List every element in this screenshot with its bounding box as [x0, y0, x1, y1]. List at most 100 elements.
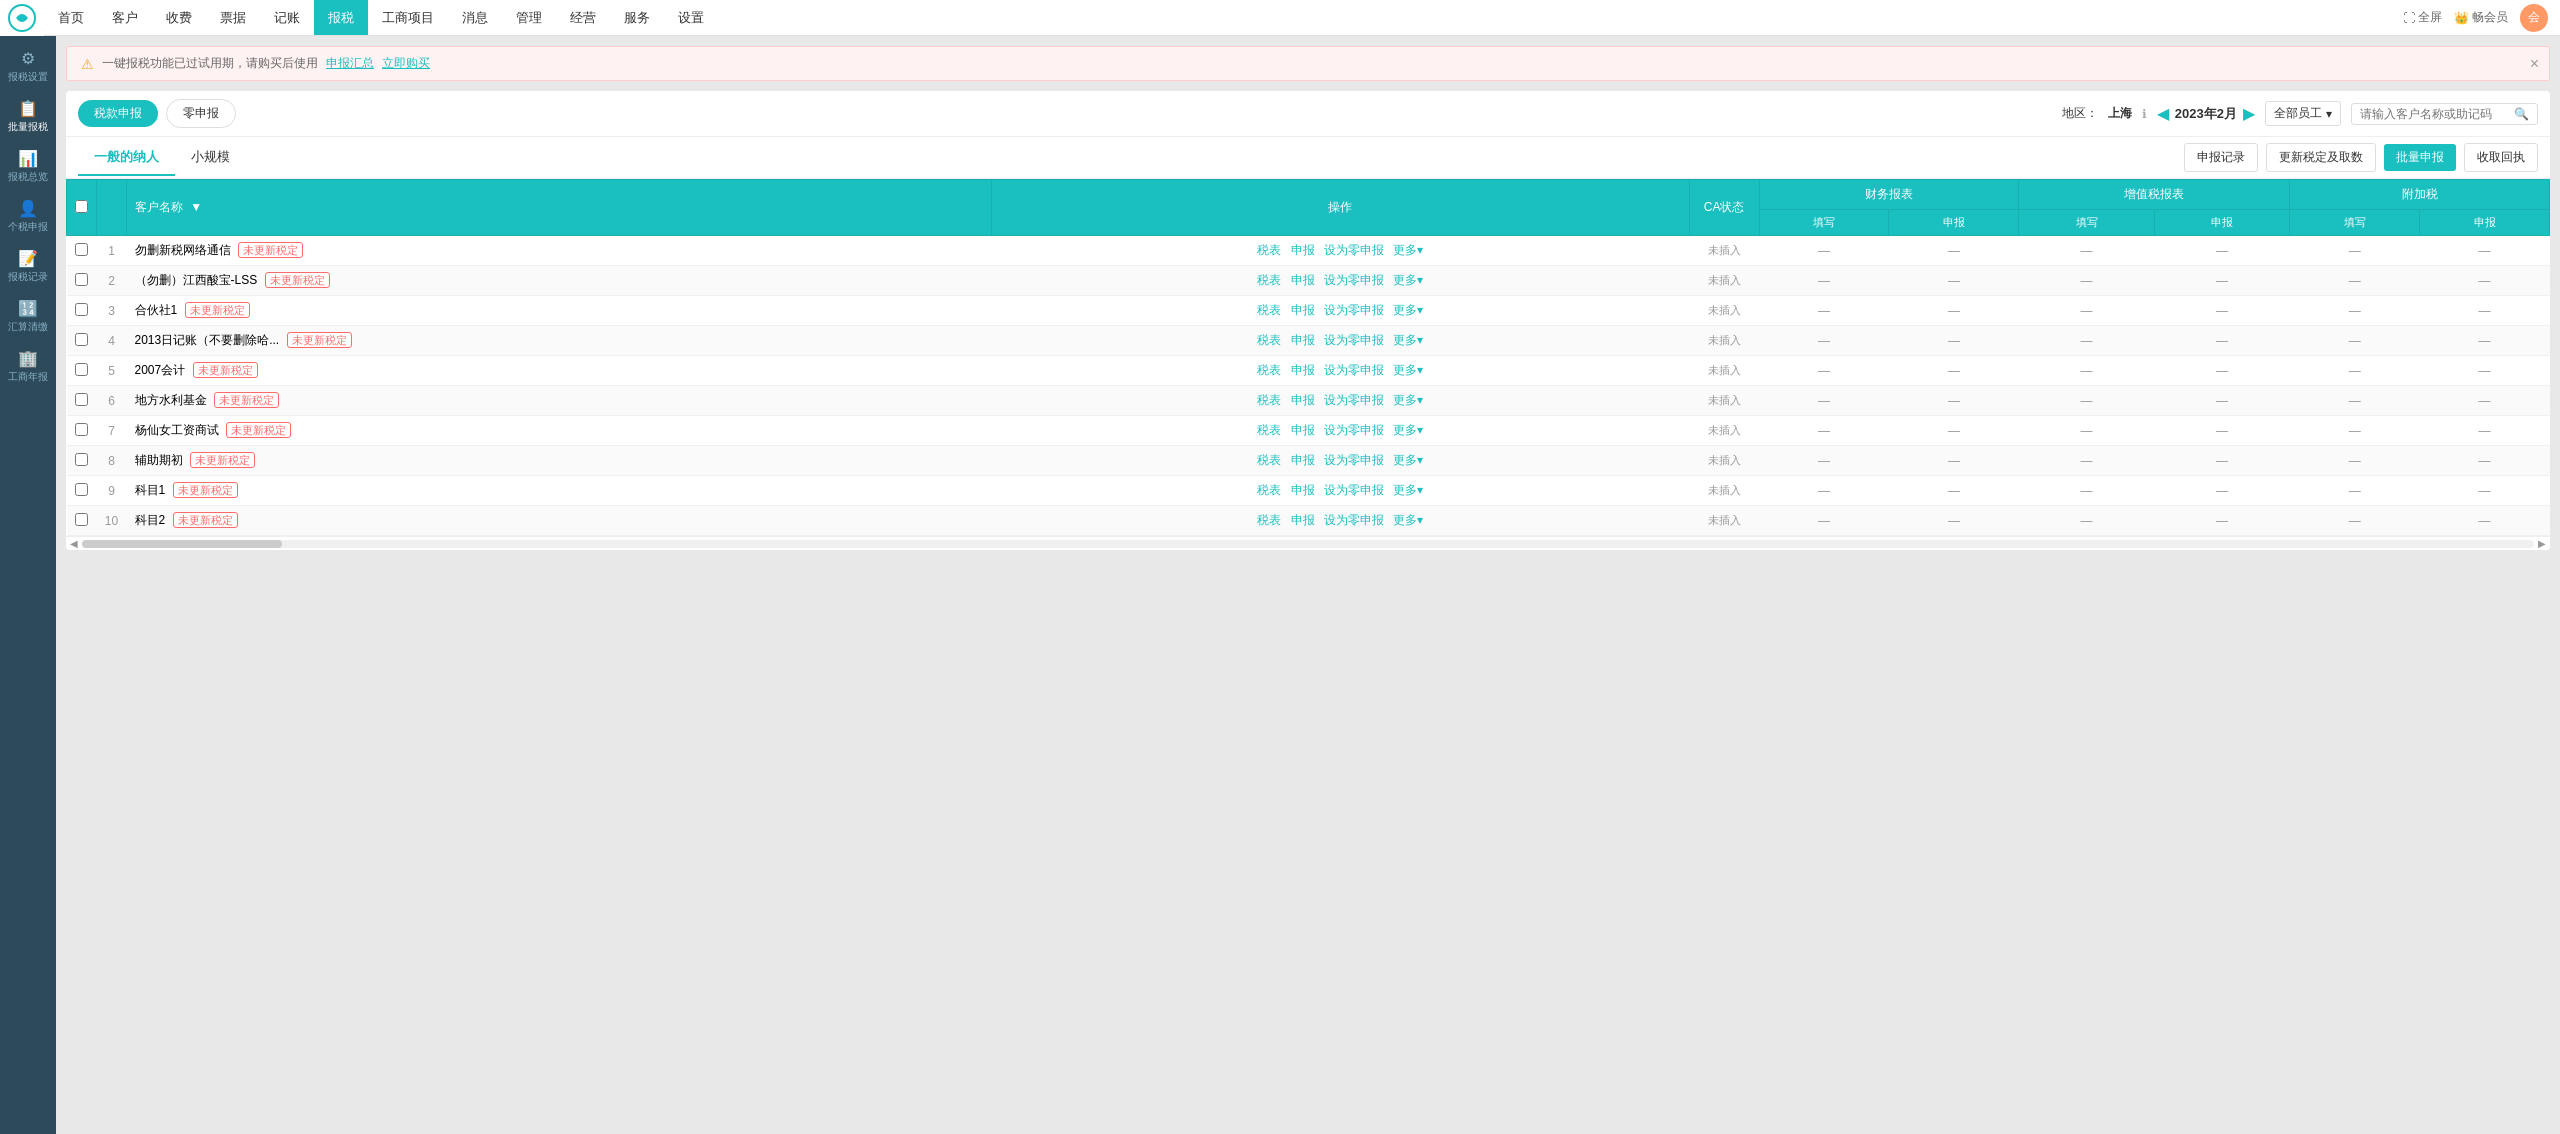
nav-item-msg[interactable]: 消息 — [448, 0, 502, 35]
op-submit[interactable]: 申报 — [1291, 423, 1315, 437]
op-taxform[interactable]: 税表 — [1257, 423, 1281, 437]
op-submit[interactable]: 申报 — [1291, 243, 1315, 257]
nav-item-settings[interactable]: 设置 — [664, 0, 718, 35]
op-taxform[interactable]: 税表 — [1257, 273, 1281, 287]
avatar[interactable]: 会 — [2520, 4, 2548, 32]
op-submit[interactable]: 申报 — [1291, 333, 1315, 347]
op-more[interactable]: 更多▾ — [1393, 483, 1423, 497]
op-more[interactable]: 更多▾ — [1393, 453, 1423, 467]
nav-item-billing[interactable]: 收费 — [152, 0, 206, 35]
op-more[interactable]: 更多▾ — [1393, 303, 1423, 317]
sidebar-item-biz-annual[interactable]: 🏢 工商年报 — [0, 341, 56, 391]
filter-icon[interactable]: ▼ — [190, 200, 202, 214]
op-zero[interactable]: 设为零申报 — [1324, 513, 1384, 527]
op-more[interactable]: 更多▾ — [1393, 363, 1423, 377]
nav-item-bookkeeping[interactable]: 记账 — [260, 0, 314, 35]
sub-tab-small[interactable]: 小规模 — [175, 140, 246, 176]
banner-close-btn[interactable]: × — [2530, 55, 2539, 73]
fullscreen-btn[interactable]: ⛶ 全屏 — [2403, 9, 2442, 26]
sub-tab-general[interactable]: 一般的纳人 — [78, 140, 175, 176]
retrieve-receipt-btn[interactable]: 收取回执 — [2464, 143, 2538, 172]
op-taxform[interactable]: 税表 — [1257, 363, 1281, 377]
scroll-thumb[interactable] — [82, 540, 282, 548]
search-input[interactable] — [2360, 107, 2510, 121]
sidebar-item-tax-overview[interactable]: 📊 报税总览 — [0, 141, 56, 191]
nav-item-client[interactable]: 客户 — [98, 0, 152, 35]
search-box[interactable]: 🔍 — [2351, 103, 2538, 125]
op-more[interactable]: 更多▾ — [1393, 513, 1423, 527]
horizontal-scrollbar[interactable]: ◀ ▶ — [66, 536, 2550, 550]
op-zero[interactable]: 设为零申报 — [1324, 453, 1384, 467]
op-taxform[interactable]: 税表 — [1257, 483, 1281, 497]
banner-link-summary[interactable]: 申报汇总 — [326, 55, 374, 72]
nav-item-service[interactable]: 服务 — [610, 0, 664, 35]
sidebar-item-calc-clear[interactable]: 🔢 汇算清缴 — [0, 291, 56, 341]
select-all-checkbox[interactable] — [75, 200, 88, 213]
op-submit[interactable]: 申报 — [1291, 393, 1315, 407]
vip-btn[interactable]: 👑 畅会员 — [2454, 9, 2508, 26]
op-more[interactable]: 更多▾ — [1393, 243, 1423, 257]
op-taxform[interactable]: 税表 — [1257, 243, 1281, 257]
row-checkbox[interactable] — [67, 236, 97, 266]
nav-item-invoice[interactable]: 票据 — [206, 0, 260, 35]
nav-item-ops[interactable]: 经营 — [556, 0, 610, 35]
scroll-right-arrow[interactable]: ▶ — [2538, 538, 2546, 549]
op-taxform[interactable]: 税表 — [1257, 333, 1281, 347]
op-zero[interactable]: 设为零申报 — [1324, 303, 1384, 317]
sidebar-item-batch-tax[interactable]: 📋 批量报税 — [0, 91, 56, 141]
op-more[interactable]: 更多▾ — [1393, 333, 1423, 347]
op-zero[interactable]: 设为零申报 — [1324, 393, 1384, 407]
row-checkbox[interactable] — [67, 386, 97, 416]
op-submit[interactable]: 申报 — [1291, 303, 1315, 317]
tab-tax-declaration[interactable]: 税款申报 — [78, 100, 158, 127]
op-more[interactable]: 更多▾ — [1393, 393, 1423, 407]
op-zero[interactable]: 设为零申报 — [1324, 423, 1384, 437]
op-more[interactable]: 更多▾ — [1393, 423, 1423, 437]
scroll-left-arrow[interactable]: ◀ — [70, 538, 78, 549]
op-zero[interactable]: 设为零申报 — [1324, 363, 1384, 377]
nav-item-home[interactable]: 首页 — [44, 0, 98, 35]
row-checkbox[interactable] — [67, 476, 97, 506]
logo[interactable] — [0, 0, 44, 36]
staff-select[interactable]: 全部员工 ▾ — [2265, 101, 2341, 126]
op-submit[interactable]: 申报 — [1291, 363, 1315, 377]
row-checkbox[interactable] — [67, 266, 97, 296]
op-zero[interactable]: 设为零申报 — [1324, 333, 1384, 347]
tab-zero-declaration[interactable]: 零申报 — [166, 99, 236, 128]
op-taxform[interactable]: 税表 — [1257, 513, 1281, 527]
banner-link-buy[interactable]: 立即购买 — [382, 55, 430, 72]
sidebar-item-tax-records[interactable]: 📝 报税记录 — [0, 241, 56, 291]
search-icon[interactable]: 🔍 — [2514, 107, 2529, 121]
batch-submit-btn[interactable]: 批量申报 — [2384, 144, 2456, 171]
info-icon[interactable]: ℹ — [2142, 107, 2147, 121]
nav-item-mgmt[interactable]: 管理 — [502, 0, 556, 35]
row-checkbox[interactable] — [67, 416, 97, 446]
op-taxform[interactable]: 税表 — [1257, 393, 1281, 407]
month-prev-btn[interactable]: ◀ — [2157, 104, 2169, 123]
op-zero[interactable]: 设为零申报 — [1324, 273, 1384, 287]
update-tax-btn[interactable]: 更新税定及取数 — [2266, 143, 2376, 172]
sidebar: ⚙ 报税设置 📋 批量报税 📊 报税总览 👤 个税申报 📝 报税记录 🔢 汇算清… — [0, 36, 56, 1134]
sidebar-item-tax-settings[interactable]: ⚙ 报税设置 — [0, 41, 56, 91]
op-more[interactable]: 更多▾ — [1393, 273, 1423, 287]
month-next-btn[interactable]: ▶ — [2243, 104, 2255, 123]
op-submit[interactable]: 申报 — [1291, 453, 1315, 467]
sidebar-item-personal-tax[interactable]: 👤 个税申报 — [0, 191, 56, 241]
nav-item-biz[interactable]: 工商项目 — [368, 0, 448, 35]
op-taxform[interactable]: 税表 — [1257, 453, 1281, 467]
scroll-track[interactable] — [82, 540, 2534, 548]
op-submit[interactable]: 申报 — [1291, 273, 1315, 287]
row-ca-status: 未插入 — [1689, 506, 1759, 536]
nav-item-tax[interactable]: 报税 — [314, 0, 368, 35]
op-zero[interactable]: 设为零申报 — [1324, 243, 1384, 257]
op-taxform[interactable]: 税表 — [1257, 303, 1281, 317]
op-submit[interactable]: 申报 — [1291, 513, 1315, 527]
row-checkbox[interactable] — [67, 326, 97, 356]
op-zero[interactable]: 设为零申报 — [1324, 483, 1384, 497]
report-records-btn[interactable]: 申报记录 — [2184, 143, 2258, 172]
row-checkbox[interactable] — [67, 296, 97, 326]
op-submit[interactable]: 申报 — [1291, 483, 1315, 497]
row-checkbox[interactable] — [67, 356, 97, 386]
row-checkbox[interactable] — [67, 506, 97, 536]
row-checkbox[interactable] — [67, 446, 97, 476]
